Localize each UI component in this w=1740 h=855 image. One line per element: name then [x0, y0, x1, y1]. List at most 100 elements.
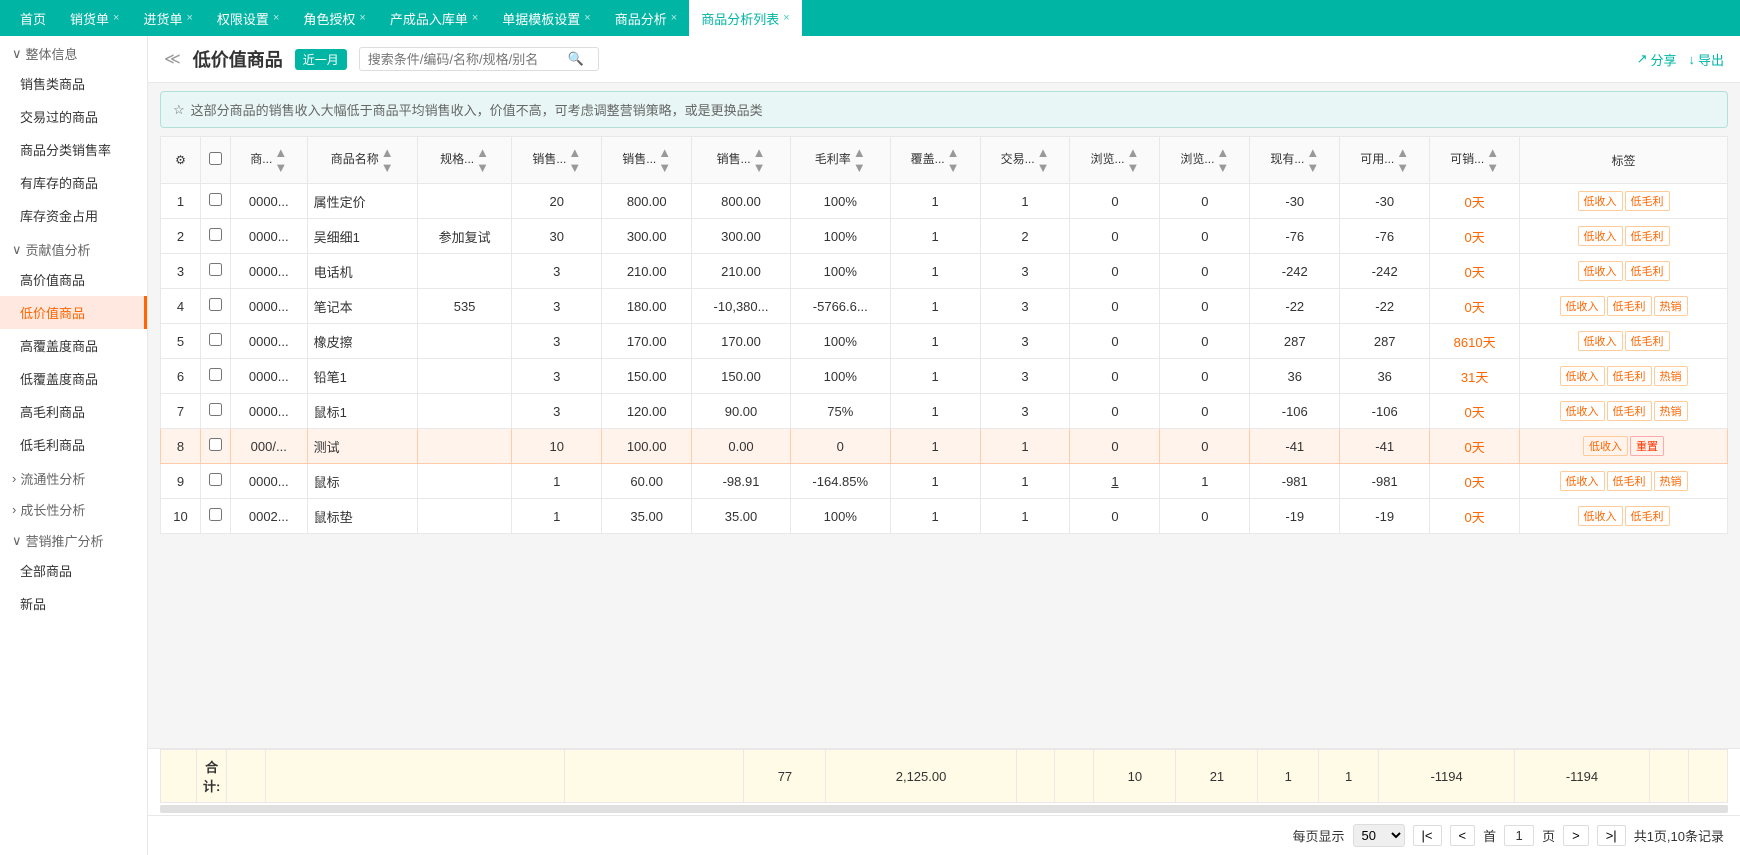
current-page[interactable]: 1	[1504, 825, 1534, 846]
sidebar-item-low-value[interactable]: 低价值商品	[0, 296, 147, 329]
nav-item-permissions[interactable]: 权限设置 ×	[205, 0, 291, 36]
col-browse2[interactable]: 浏览...▲▼	[1160, 137, 1250, 184]
sidebar-item-low-coverage[interactable]: 低覆盖度商品	[0, 362, 147, 395]
close-roles-tab[interactable]: ×	[359, 12, 365, 24]
col-stock[interactable]: 现有...▲▼	[1250, 137, 1340, 184]
nav-item-analysis[interactable]: 商品分析 ×	[603, 0, 689, 36]
sidebar-item-stock-capital[interactable]: 库存资金占用	[0, 199, 147, 232]
group-growth[interactable]: › 成长性分析	[0, 492, 147, 523]
close-permissions-tab[interactable]: ×	[273, 12, 279, 24]
col-trade[interactable]: 交易...▲▼	[980, 137, 1070, 184]
col-name[interactable]: 商品名称▲▼	[307, 137, 417, 184]
nav-item-products[interactable]: 产成品入库单 ×	[378, 0, 490, 36]
nav-item-sales[interactable]: 销货单 ×	[58, 0, 131, 36]
sidebar-item-all-products[interactable]: 全部商品	[0, 554, 147, 587]
tag: 低收入	[1560, 296, 1605, 316]
group-overall-info[interactable]: ∨ 整体信息	[0, 36, 147, 67]
row-checkbox[interactable]	[209, 228, 222, 241]
row-checkbox[interactable]	[209, 403, 222, 416]
col-cover[interactable]: 覆盖...▲▼	[890, 137, 980, 184]
row-checkbox[interactable]	[209, 333, 222, 346]
search-icon[interactable]: 🔍	[568, 51, 584, 67]
row-checkbox[interactable]	[209, 298, 222, 311]
sidebar-item-stock-products[interactable]: 有库存的商品	[0, 166, 147, 199]
last-page-button[interactable]: >|	[1597, 825, 1626, 846]
col-gross[interactable]: 毛利率▲▼	[790, 137, 890, 184]
page-label: 首	[1483, 826, 1496, 845]
row-cover: 1	[890, 289, 980, 324]
group-circulation-label: 流通性分析	[20, 469, 85, 488]
row-sale2: 0.00	[692, 429, 791, 464]
row-avail: -22	[1340, 289, 1430, 324]
pagination: 每页显示 50 100 200 |< < 首 1 页 > >| 共1页,10条记…	[148, 815, 1740, 855]
row-checkbox[interactable]	[209, 508, 222, 521]
col-browse2-sum: 1	[1318, 750, 1378, 803]
row-qty: 3	[512, 289, 602, 324]
browse-link[interactable]: 1	[1111, 474, 1118, 489]
col-checkbox[interactable]	[200, 137, 230, 184]
share-button[interactable]: ↗ 分享	[1637, 50, 1677, 69]
row-checkbox[interactable]	[209, 193, 222, 206]
col-saleable[interactable]: 可销...▲▼	[1430, 137, 1520, 184]
close-products-tab[interactable]: ×	[472, 12, 478, 24]
group-circulation[interactable]: › 流通性分析	[0, 461, 147, 492]
horizontal-scrollbar[interactable]	[160, 805, 1728, 813]
group-marketing[interactable]: ∨ 营销推广分析	[0, 523, 147, 554]
col-sale1[interactable]: 销售...▲▼	[602, 137, 692, 184]
sidebar-item-low-margin[interactable]: 低毛利商品	[0, 428, 147, 461]
tag: 低收入	[1578, 506, 1623, 526]
sidebar-item-new-products[interactable]: 新品	[0, 587, 147, 620]
sidebar-item-high-margin[interactable]: 高毛利商品	[0, 395, 147, 428]
close-sales-tab[interactable]: ×	[113, 12, 119, 24]
sidebar-item-high-value[interactable]: 高价值商品	[0, 263, 147, 296]
close-analysis-list-tab[interactable]: ×	[783, 12, 789, 24]
share-icon: ↗	[1637, 51, 1648, 67]
col-qty[interactable]: 销售...▲▼	[512, 137, 602, 184]
col-gear[interactable]: ⚙	[161, 137, 201, 184]
first-page-button[interactable]: |<	[1413, 825, 1442, 846]
row-checkbox-cell	[200, 359, 230, 394]
nav-item-purchase[interactable]: 进货单 ×	[131, 0, 204, 36]
row-gross: 75%	[790, 394, 890, 429]
nav-item-home[interactable]: 首页	[8, 0, 58, 36]
collapse-sidebar-button[interactable]: ≪	[164, 49, 181, 69]
nav-item-analysis-list[interactable]: 商品分析列表 ×	[689, 0, 801, 36]
browse-val: 0	[1111, 439, 1118, 454]
row-checkbox[interactable]	[209, 368, 222, 381]
prev-page-button[interactable]: <	[1450, 825, 1476, 846]
nav-item-templates[interactable]: 单据模板设置 ×	[490, 0, 602, 36]
row-gross: 100%	[790, 219, 890, 254]
select-all-checkbox[interactable]	[209, 152, 222, 165]
row-checkbox[interactable]	[209, 473, 222, 486]
row-browse1: 0	[1070, 394, 1160, 429]
row-gross: 100%	[790, 184, 890, 219]
row-checkbox-cell	[200, 219, 230, 254]
row-checkbox-cell	[200, 324, 230, 359]
col-browse1[interactable]: 浏览...▲▼	[1070, 137, 1160, 184]
col-sale2[interactable]: 销售...▲▼	[692, 137, 791, 184]
next-page-button[interactable]: >	[1563, 825, 1589, 846]
row-tags: 低收入重置	[1520, 429, 1728, 464]
sidebar-item-traded-products[interactable]: 交易过的商品	[0, 100, 147, 133]
col-spec[interactable]: 规格...▲▼	[417, 137, 511, 184]
close-purchase-tab[interactable]: ×	[186, 12, 192, 24]
close-templates-tab[interactable]: ×	[584, 12, 590, 24]
table-row: 1 0000... 属性定价 20 800.00 800.00 100% 1 1…	[161, 184, 1728, 219]
row-sale2: 800.00	[692, 184, 791, 219]
info-text: 这部分商品的销售收入大幅低于商品平均销售收入，价值不高，可考虑调整营销策略，或是…	[191, 100, 763, 119]
col-avail[interactable]: 可用...▲▼	[1340, 137, 1430, 184]
row-checkbox[interactable]	[209, 438, 222, 451]
col-code[interactable]: 商...▲▼	[230, 137, 307, 184]
export-button[interactable]: ↓ 导出	[1688, 50, 1724, 69]
search-input[interactable]	[368, 52, 568, 67]
close-analysis-tab[interactable]: ×	[671, 12, 677, 24]
sidebar-item-category-sales[interactable]: 商品分类销售率	[0, 133, 147, 166]
sidebar-item-sales-products[interactable]: 销售类商品	[0, 67, 147, 100]
sidebar-item-high-coverage[interactable]: 高覆盖度商品	[0, 329, 147, 362]
nav-item-roles[interactable]: 角色授权 ×	[291, 0, 377, 36]
col-cover-sum: 10	[1094, 750, 1176, 803]
row-checkbox[interactable]	[209, 263, 222, 276]
per-page-select[interactable]: 50 100 200	[1353, 824, 1405, 847]
group-contribution[interactable]: ∨ 贡献值分析	[0, 232, 147, 263]
filter-tag[interactable]: 近一月	[295, 49, 347, 70]
